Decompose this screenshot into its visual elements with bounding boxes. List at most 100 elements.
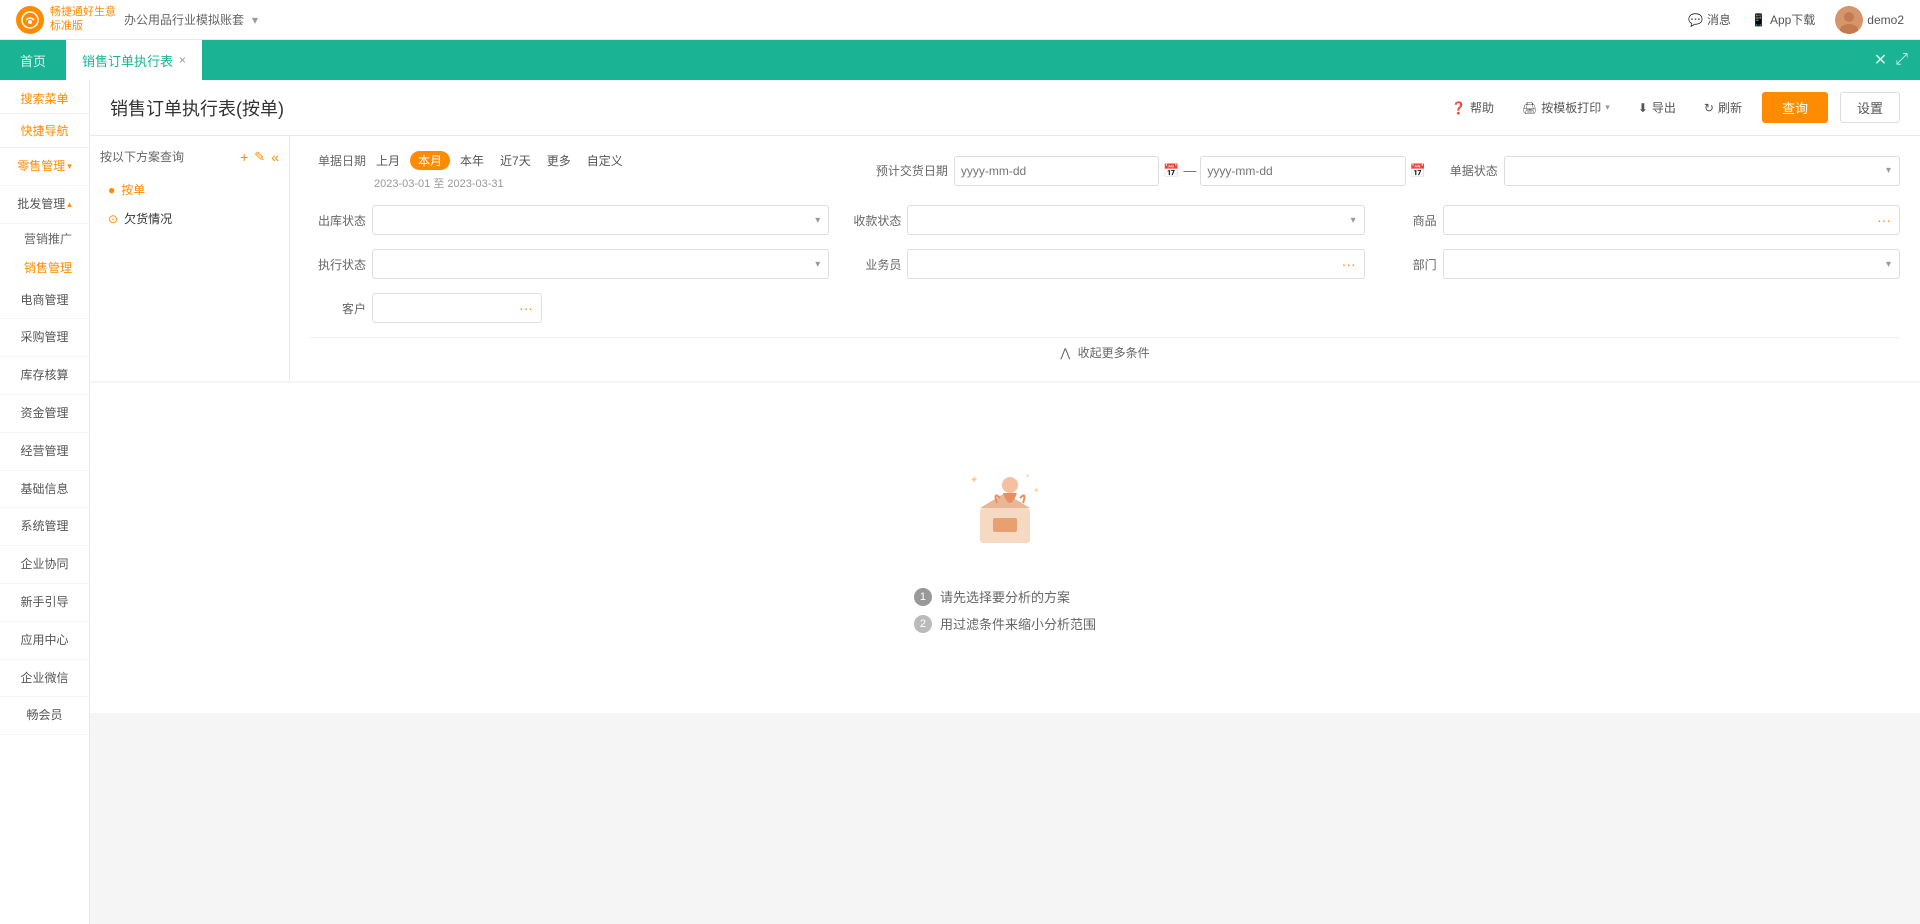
goods-select[interactable]: ··· <box>1443 205 1900 235</box>
filter-left-title: 按以下方案查询 + ✎ « <box>100 148 279 165</box>
user-profile[interactable]: demo2 <box>1835 6 1904 34</box>
page-title: 销售订单执行表(按单) <box>110 95 284 121</box>
sidebar-item-basic-info[interactable]: 基础信息 <box>0 471 89 509</box>
scheme-item-按单[interactable]: ● 按单 <box>100 175 279 204</box>
message-action[interactable]: 💬 消息 <box>1688 11 1731 28</box>
delivery-status-label: 出库状态 <box>310 212 366 229</box>
sidebar-quick-nav[interactable]: 快捷导航 <box>0 114 89 148</box>
sidebar: 搜索菜单 快捷导航 零售管理 ▾ 批发管理 ▴ 营销推广 销售管理 电商管理 采… <box>0 80 90 924</box>
app-download-label: App下载 <box>1770 11 1815 28</box>
query-button[interactable]: 查询 <box>1762 92 1828 123</box>
date-range-text: 2023-03-01 至 2023-03-31 <box>374 175 504 191</box>
page-actions: ❓ 帮助 🖨 按模板打印 ▾ ⬇ 导出 ↻ 刷新 查询 设置 <box>1443 92 1900 123</box>
current-month-btn[interactable]: 本月 <box>410 151 450 170</box>
breadcrumb-arrow-icon[interactable]: ▾ <box>252 13 258 27</box>
expected-date-start[interactable] <box>954 156 1159 186</box>
help-label: 帮助 <box>1470 99 1494 116</box>
tab-close-icon[interactable]: × <box>179 53 186 67</box>
filter-left-actions: + ✎ « <box>240 149 279 165</box>
exec-status-select[interactable]: ▾ <box>372 249 829 279</box>
user-name: demo2 <box>1867 13 1904 27</box>
collapse-scheme-icon[interactable]: « <box>271 149 279 165</box>
customer-select[interactable]: ··· <box>372 293 542 323</box>
last7-btn[interactable]: 近7天 <box>494 150 537 171</box>
app-download-action[interactable]: 📱 App下载 <box>1751 11 1815 28</box>
sidebar-item-operations[interactable]: 经营管理 <box>0 433 89 471</box>
tab-sales-exec[interactable]: 销售订单执行表 × <box>66 40 202 80</box>
sidebar-item-system[interactable]: 系统管理 <box>0 508 89 546</box>
message-icon: 💬 <box>1688 13 1703 27</box>
sidebar-item-app-center[interactable]: 应用中心 <box>0 622 89 660</box>
single-status-select[interactable]: ▾ <box>1504 156 1900 186</box>
refresh-icon: ↻ <box>1704 101 1714 115</box>
content-area: 销售订单执行表(按单) ❓ 帮助 🖨 按模板打印 ▾ ⬇ 导出 ↻ 刷新 <box>90 80 1920 924</box>
more-btn[interactable]: 更多 <box>541 150 577 171</box>
custom-btn[interactable]: 自定义 <box>581 150 629 171</box>
department-select[interactable]: ▾ <box>1443 249 1900 279</box>
sidebar-item-finance[interactable]: 资金管理 <box>0 395 89 433</box>
payment-status-arrow-icon: ▾ <box>1351 215 1356 226</box>
sidebar-item-enterprise-collab[interactable]: 企业协同 <box>0 546 89 584</box>
tab-home[interactable]: 首页 <box>0 40 66 80</box>
tab-label: 销售订单执行表 <box>82 51 173 70</box>
sidebar-sub-marketing[interactable]: 营销推广 <box>0 224 89 253</box>
expected-date-label: 预计交货日期 <box>876 162 948 179</box>
scheme-item-icon: ⊙ <box>108 212 118 226</box>
help-btn[interactable]: ❓ 帮助 <box>1443 95 1502 120</box>
empty-step-1: 1 请先选择要分析的方案 <box>914 587 1096 606</box>
date-shortcuts: 上月 本月 本年 近7天 更多 自定义 <box>370 150 629 171</box>
step-num-2: 2 <box>914 615 932 633</box>
tab-bar-actions: ✕ ⤢ <box>1874 50 1920 70</box>
salesperson-more-icon[interactable]: ··· <box>1342 256 1356 272</box>
prev-month-btn[interactable]: 上月 <box>370 150 406 171</box>
sidebar-search[interactable]: 搜索菜单 <box>0 80 89 114</box>
salesperson-label: 业务员 <box>845 256 901 273</box>
print-btn[interactable]: 🖨 按模板打印 ▾ <box>1514 95 1618 120</box>
svg-text:✦: ✦ <box>1033 486 1040 495</box>
tab-bar: 首页 销售订单执行表 × ✕ ⤢ <box>0 40 1920 80</box>
export-btn[interactable]: ⬇ 导出 <box>1630 95 1684 120</box>
sidebar-item-member[interactable]: 畅会员 <box>0 697 89 735</box>
single-status-arrow-icon: ▾ <box>1886 165 1891 176</box>
window-close-btn[interactable]: ✕ <box>1874 50 1887 70</box>
logo-icon <box>16 6 44 34</box>
edit-scheme-icon[interactable]: ✎ <box>254 149 265 165</box>
setting-button[interactable]: 设置 <box>1840 92 1900 123</box>
collapse-label: 收起更多条件 <box>1078 346 1150 360</box>
payment-status-label: 收款状态 <box>845 212 901 229</box>
scheme-item-欠货情况[interactable]: ⊙ 欠货情况 <box>100 204 279 233</box>
customer-more-icon[interactable]: ··· <box>519 300 533 316</box>
exec-status-arrow-icon: ▾ <box>815 259 820 270</box>
expected-date-end[interactable] <box>1200 156 1405 186</box>
delivery-status-select[interactable]: ▾ <box>372 205 829 235</box>
goods-more-icon[interactable]: ··· <box>1877 212 1891 228</box>
exec-status-label: 执行状态 <box>310 256 366 273</box>
single-status-label: 单据状态 <box>1442 162 1498 179</box>
customer-label: 客户 <box>310 300 366 317</box>
sidebar-item-enterprise-wechat[interactable]: 企业微信 <box>0 660 89 698</box>
sidebar-item-wholesale[interactable]: 批发管理 ▴ <box>0 186 89 224</box>
payment-status-select[interactable]: ▾ <box>907 205 1364 235</box>
current-year-btn[interactable]: 本年 <box>454 150 490 171</box>
empty-state: ✦ ✦ ✦ 1 请先选择要分析的方案 2 用过滤条件来缩小分析范围 <box>90 383 1920 713</box>
step-1-text: 请先选择要分析的方案 <box>940 587 1070 606</box>
scheme-item-label2: 欠货情况 <box>124 210 172 227</box>
sidebar-item-ecommerce[interactable]: 电商管理 <box>0 282 89 320</box>
window-expand-btn[interactable]: ⤢ <box>1895 51 1908 69</box>
salesperson-select[interactable]: ··· <box>907 249 1364 279</box>
add-scheme-icon[interactable]: + <box>240 149 248 165</box>
sidebar-item-retail[interactable]: 零售管理 ▾ <box>0 148 89 186</box>
sidebar-item-purchase[interactable]: 采购管理 <box>0 319 89 357</box>
calendar-icon-2[interactable]: 📅 <box>1410 163 1426 179</box>
department-label: 部门 <box>1381 256 1437 273</box>
top-header: 畅捷通好生意 标准版 办公用品行业模拟账套 ▾ 💬 消息 📱 App下载 dem… <box>0 0 1920 40</box>
sidebar-sub-sales[interactable]: 销售管理 <box>0 253 89 282</box>
sidebar-item-inventory[interactable]: 库存核算 <box>0 357 89 395</box>
svg-text:✦: ✦ <box>1025 473 1030 480</box>
svg-text:✦: ✦ <box>970 475 978 486</box>
refresh-btn[interactable]: ↻ 刷新 <box>1696 95 1750 120</box>
collapse-bar[interactable]: ⋀ 收起更多条件 <box>310 337 1900 367</box>
calendar-icon-1[interactable]: 📅 <box>1163 163 1179 179</box>
filter-row-4: 客户 ··· <box>310 293 1900 323</box>
sidebar-item-new-guide[interactable]: 新手引导 <box>0 584 89 622</box>
